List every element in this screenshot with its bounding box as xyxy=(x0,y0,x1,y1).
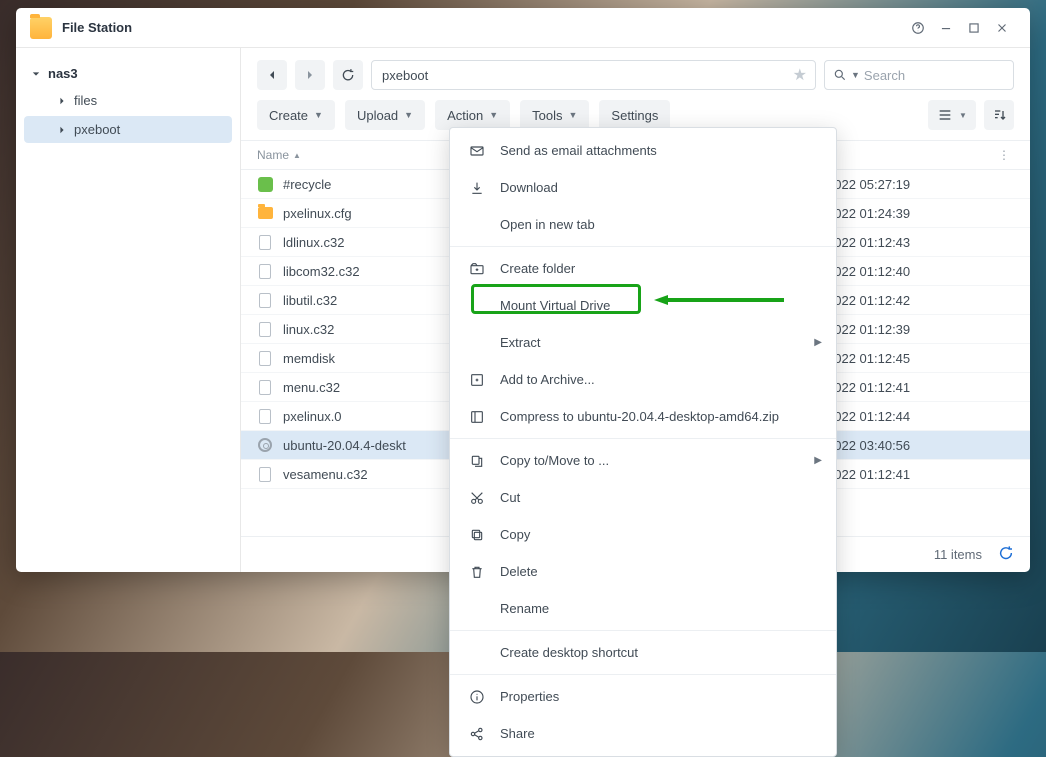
action-button[interactable]: Action▼ xyxy=(435,100,510,130)
search-input[interactable]: ▼ Search xyxy=(824,60,1014,90)
file-icon xyxy=(257,379,273,395)
maximize-button[interactable] xyxy=(960,14,988,42)
download-icon xyxy=(468,180,486,196)
newfolder-icon xyxy=(468,261,486,277)
file-icon xyxy=(257,408,273,424)
chevron-right-icon xyxy=(56,124,68,136)
menu-item[interactable]: Share xyxy=(450,715,836,752)
menu-item[interactable]: Extract▶ xyxy=(450,324,836,361)
menu-item[interactable]: Download xyxy=(450,169,836,206)
sidebar: nas3 filespxeboot xyxy=(16,48,241,572)
menu-item[interactable]: Create folder xyxy=(450,250,836,287)
menu-item[interactable]: Cut xyxy=(450,479,836,516)
info-icon xyxy=(468,689,486,705)
menu-item[interactable]: Create desktop shortcut xyxy=(450,634,836,671)
menu-item[interactable]: Rename xyxy=(450,590,836,627)
menu-item[interactable]: Open in new tab xyxy=(450,206,836,243)
sort-button[interactable] xyxy=(984,100,1014,130)
file-icon xyxy=(257,292,273,308)
chevron-right-icon: ▶ xyxy=(814,337,822,348)
column-menu-icon[interactable]: ⋮ xyxy=(994,148,1014,162)
tools-button[interactable]: Tools▼ xyxy=(520,100,589,130)
menu-item[interactable]: Copy to/Move to ...▶ xyxy=(450,442,836,479)
iso-icon xyxy=(257,437,273,453)
nav-forward-button[interactable] xyxy=(295,60,325,90)
mail-icon xyxy=(468,143,486,159)
file-icon xyxy=(257,466,273,482)
app-title: File Station xyxy=(62,20,132,35)
nav-back-button[interactable] xyxy=(257,60,287,90)
archive-icon xyxy=(468,372,486,388)
chevron-right-icon: ▶ xyxy=(814,455,822,466)
file-icon xyxy=(257,321,273,337)
help-button[interactable] xyxy=(904,14,932,42)
item-count: 11 items xyxy=(934,547,982,562)
path-input[interactable]: pxeboot ★ xyxy=(371,60,816,90)
sidebar-item-pxeboot[interactable]: pxeboot xyxy=(24,116,232,143)
context-menu: Send as email attachmentsDownloadOpen in… xyxy=(449,127,837,757)
file-icon xyxy=(257,263,273,279)
menu-item[interactable]: Mount Virtual Drive xyxy=(450,287,836,324)
star-icon[interactable]: ★ xyxy=(793,65,807,85)
close-button[interactable] xyxy=(988,14,1016,42)
menu-item[interactable]: Send as email attachments xyxy=(450,132,836,169)
refresh-button[interactable] xyxy=(998,545,1014,564)
view-mode-button[interactable]: ▼ xyxy=(928,100,976,130)
copy-icon xyxy=(468,527,486,543)
sidebar-item-files[interactable]: files xyxy=(24,87,232,114)
chevron-down-icon xyxy=(30,68,42,80)
chevron-down-icon: ▼ xyxy=(851,70,860,80)
menu-item[interactable]: Copy xyxy=(450,516,836,553)
minimize-button[interactable] xyxy=(932,14,960,42)
file-icon xyxy=(257,350,273,366)
recycle-icon xyxy=(257,176,273,192)
chevron-right-icon xyxy=(56,95,68,107)
cut-icon xyxy=(468,490,486,506)
nav-refresh-button[interactable] xyxy=(333,60,363,90)
folder-icon xyxy=(257,205,273,221)
sort-asc-icon: ▲ xyxy=(293,151,301,160)
compress-icon xyxy=(468,409,486,425)
menu-item[interactable]: Properties xyxy=(450,678,836,715)
app-icon xyxy=(30,17,52,39)
file-icon xyxy=(257,234,273,250)
settings-button[interactable]: Settings xyxy=(599,100,670,130)
copyto-icon xyxy=(468,453,486,469)
menu-item[interactable]: Delete xyxy=(450,553,836,590)
tree-root[interactable]: nas3 xyxy=(24,62,232,85)
create-button[interactable]: Create▼ xyxy=(257,100,335,130)
delete-icon xyxy=(468,564,486,580)
titlebar: File Station xyxy=(16,8,1030,48)
menu-item[interactable]: Compress to ubuntu-20.04.4-desktop-amd64… xyxy=(450,398,836,435)
upload-button[interactable]: Upload▼ xyxy=(345,100,425,130)
menu-item[interactable]: Add to Archive... xyxy=(450,361,836,398)
share-icon xyxy=(468,726,486,742)
